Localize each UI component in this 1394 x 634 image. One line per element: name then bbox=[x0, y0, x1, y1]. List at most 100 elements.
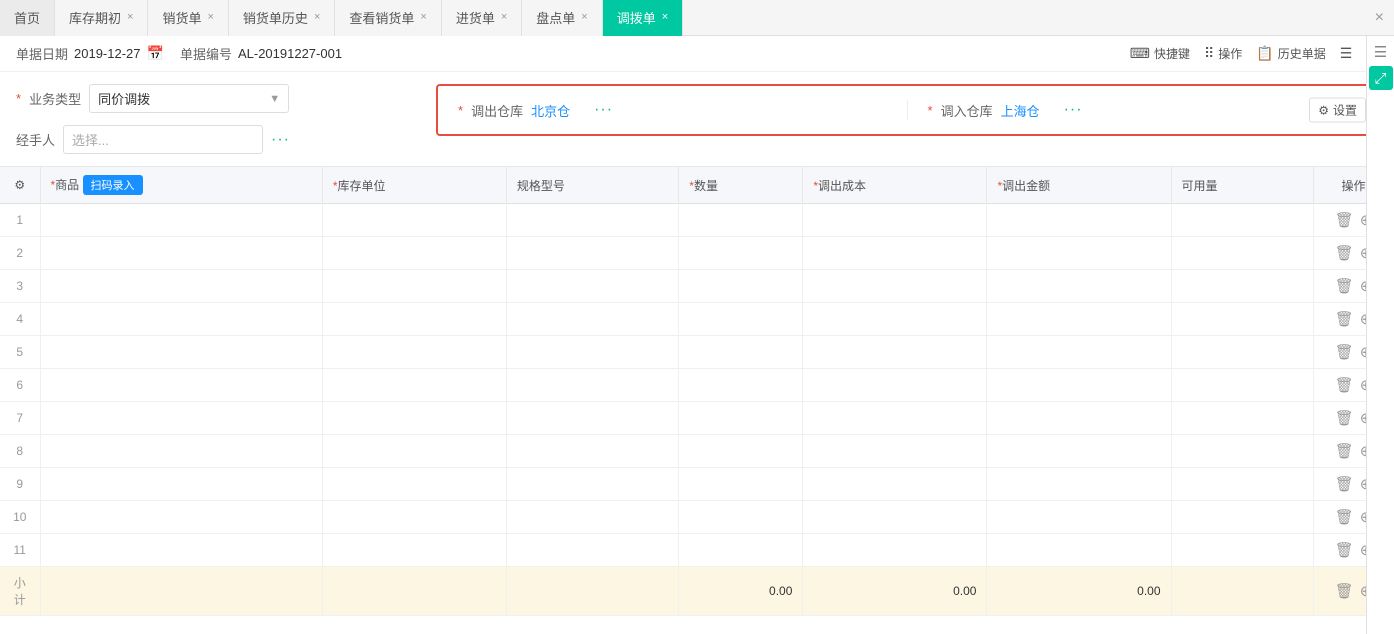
row-product[interactable] bbox=[40, 369, 322, 402]
row-unit[interactable] bbox=[322, 534, 506, 567]
row-available[interactable] bbox=[1171, 270, 1314, 303]
row-available[interactable] bbox=[1171, 534, 1314, 567]
row-unit[interactable] bbox=[322, 369, 506, 402]
tab-inventory-init[interactable]: 库存期初 × bbox=[55, 0, 148, 36]
warehouse-out-more-button[interactable]: ··· bbox=[594, 101, 613, 119]
row-cost[interactable] bbox=[803, 435, 987, 468]
tab-inventory-check-close[interactable]: × bbox=[581, 12, 587, 23]
row-amount[interactable] bbox=[987, 369, 1171, 402]
row-spec[interactable] bbox=[506, 204, 678, 237]
right-panel-list-icon[interactable]: ☰ bbox=[1369, 40, 1393, 64]
row-unit[interactable] bbox=[322, 336, 506, 369]
row-spec[interactable] bbox=[506, 369, 678, 402]
row-amount[interactable] bbox=[987, 435, 1171, 468]
row-cost[interactable] bbox=[803, 237, 987, 270]
tab-view-sales-close[interactable]: × bbox=[420, 12, 426, 23]
row-unit[interactable] bbox=[322, 303, 506, 336]
row-available[interactable] bbox=[1171, 237, 1314, 270]
row-spec[interactable] bbox=[506, 402, 678, 435]
row-unit[interactable] bbox=[322, 468, 506, 501]
tab-transfer-order-close[interactable]: × bbox=[662, 12, 668, 23]
scan-input-button[interactable]: 扫码录入 bbox=[83, 175, 143, 195]
row-qty[interactable] bbox=[679, 435, 803, 468]
row-qty[interactable] bbox=[679, 402, 803, 435]
row-available[interactable] bbox=[1171, 336, 1314, 369]
row-qty[interactable] bbox=[679, 534, 803, 567]
layout-list-button[interactable]: ☰ bbox=[1340, 45, 1353, 62]
row-unit[interactable] bbox=[322, 435, 506, 468]
tab-transfer-order[interactable]: 调拨单 × bbox=[603, 0, 683, 36]
row-cost[interactable] bbox=[803, 204, 987, 237]
row-available[interactable] bbox=[1171, 204, 1314, 237]
col-gear[interactable]: ⚙ bbox=[0, 167, 40, 204]
row-spec[interactable] bbox=[506, 303, 678, 336]
row-spec[interactable] bbox=[506, 534, 678, 567]
tab-sales-order[interactable]: 销货单 × bbox=[148, 0, 228, 36]
delete-icon[interactable]: 🗑 bbox=[1335, 541, 1354, 559]
row-available[interactable] bbox=[1171, 468, 1314, 501]
row-cost[interactable] bbox=[803, 336, 987, 369]
row-amount[interactable] bbox=[987, 270, 1171, 303]
row-unit[interactable] bbox=[322, 501, 506, 534]
row-spec[interactable] bbox=[506, 501, 678, 534]
row-amount[interactable] bbox=[987, 204, 1171, 237]
delete-icon[interactable]: 🗑 bbox=[1335, 343, 1354, 361]
row-product[interactable] bbox=[40, 303, 322, 336]
right-panel-expand-icon[interactable]: ⤢ bbox=[1369, 66, 1393, 90]
row-product[interactable] bbox=[40, 435, 322, 468]
row-amount[interactable] bbox=[987, 468, 1171, 501]
row-spec[interactable] bbox=[506, 237, 678, 270]
row-available[interactable] bbox=[1171, 402, 1314, 435]
row-unit[interactable] bbox=[322, 237, 506, 270]
delete-icon[interactable]: 🗑 bbox=[1335, 475, 1354, 493]
row-spec[interactable] bbox=[506, 270, 678, 303]
row-available[interactable] bbox=[1171, 369, 1314, 402]
row-qty[interactable] bbox=[679, 468, 803, 501]
row-product[interactable] bbox=[40, 336, 322, 369]
row-product[interactable] bbox=[40, 237, 322, 270]
handler-select[interactable]: 选择... bbox=[63, 125, 263, 154]
row-amount[interactable] bbox=[987, 336, 1171, 369]
delete-icon[interactable]: 🗑 bbox=[1335, 442, 1354, 460]
operation-button[interactable]: ⠿ 操作 bbox=[1204, 45, 1242, 62]
tab-purchase-order-close[interactable]: × bbox=[501, 12, 507, 23]
handler-more-button[interactable]: ··· bbox=[271, 131, 290, 149]
row-amount[interactable] bbox=[987, 237, 1171, 270]
tab-sales-history[interactable]: 销货单历史 × bbox=[229, 0, 335, 36]
delete-icon[interactable]: 🗑 bbox=[1335, 508, 1354, 526]
history-button[interactable]: 📋 历史单据 bbox=[1256, 45, 1325, 62]
tab-purchase-order[interactable]: 进货单 × bbox=[442, 0, 522, 36]
row-amount[interactable] bbox=[987, 501, 1171, 534]
delete-icon[interactable]: 🗑 bbox=[1335, 310, 1354, 328]
gear-header-icon[interactable]: ⚙ bbox=[14, 178, 25, 192]
row-product[interactable] bbox=[40, 402, 322, 435]
delete-icon[interactable]: 🗑 bbox=[1335, 409, 1354, 427]
row-qty[interactable] bbox=[679, 237, 803, 270]
delete-icon[interactable]: 🗑 bbox=[1335, 277, 1354, 295]
row-spec[interactable] bbox=[506, 435, 678, 468]
row-cost[interactable] bbox=[803, 534, 987, 567]
row-qty[interactable] bbox=[679, 204, 803, 237]
row-qty[interactable] bbox=[679, 501, 803, 534]
close-all-button[interactable]: × bbox=[1365, 0, 1394, 36]
tab-inventory-check[interactable]: 盘点单 × bbox=[522, 0, 602, 36]
warehouse-in-more-button[interactable]: ··· bbox=[1064, 101, 1083, 119]
tab-home[interactable]: 首页 bbox=[0, 0, 55, 36]
delete-icon[interactable]: 🗑 bbox=[1335, 211, 1354, 229]
row-qty[interactable] bbox=[679, 336, 803, 369]
row-amount[interactable] bbox=[987, 303, 1171, 336]
subtotal-delete-icon[interactable]: 🗑 bbox=[1335, 582, 1354, 600]
row-spec[interactable] bbox=[506, 336, 678, 369]
row-product[interactable] bbox=[40, 534, 322, 567]
tab-sales-history-close[interactable]: × bbox=[314, 12, 320, 23]
row-unit[interactable] bbox=[322, 204, 506, 237]
settings-button[interactable]: ⚙ 设置 bbox=[1309, 98, 1366, 123]
row-product[interactable] bbox=[40, 468, 322, 501]
row-cost[interactable] bbox=[803, 369, 987, 402]
tab-view-sales[interactable]: 查看销货单 × bbox=[335, 0, 441, 36]
row-cost[interactable] bbox=[803, 270, 987, 303]
row-available[interactable] bbox=[1171, 501, 1314, 534]
business-type-select[interactable]: 同价调拨 ▼ bbox=[89, 84, 289, 113]
row-amount[interactable] bbox=[987, 402, 1171, 435]
row-product[interactable] bbox=[40, 270, 322, 303]
